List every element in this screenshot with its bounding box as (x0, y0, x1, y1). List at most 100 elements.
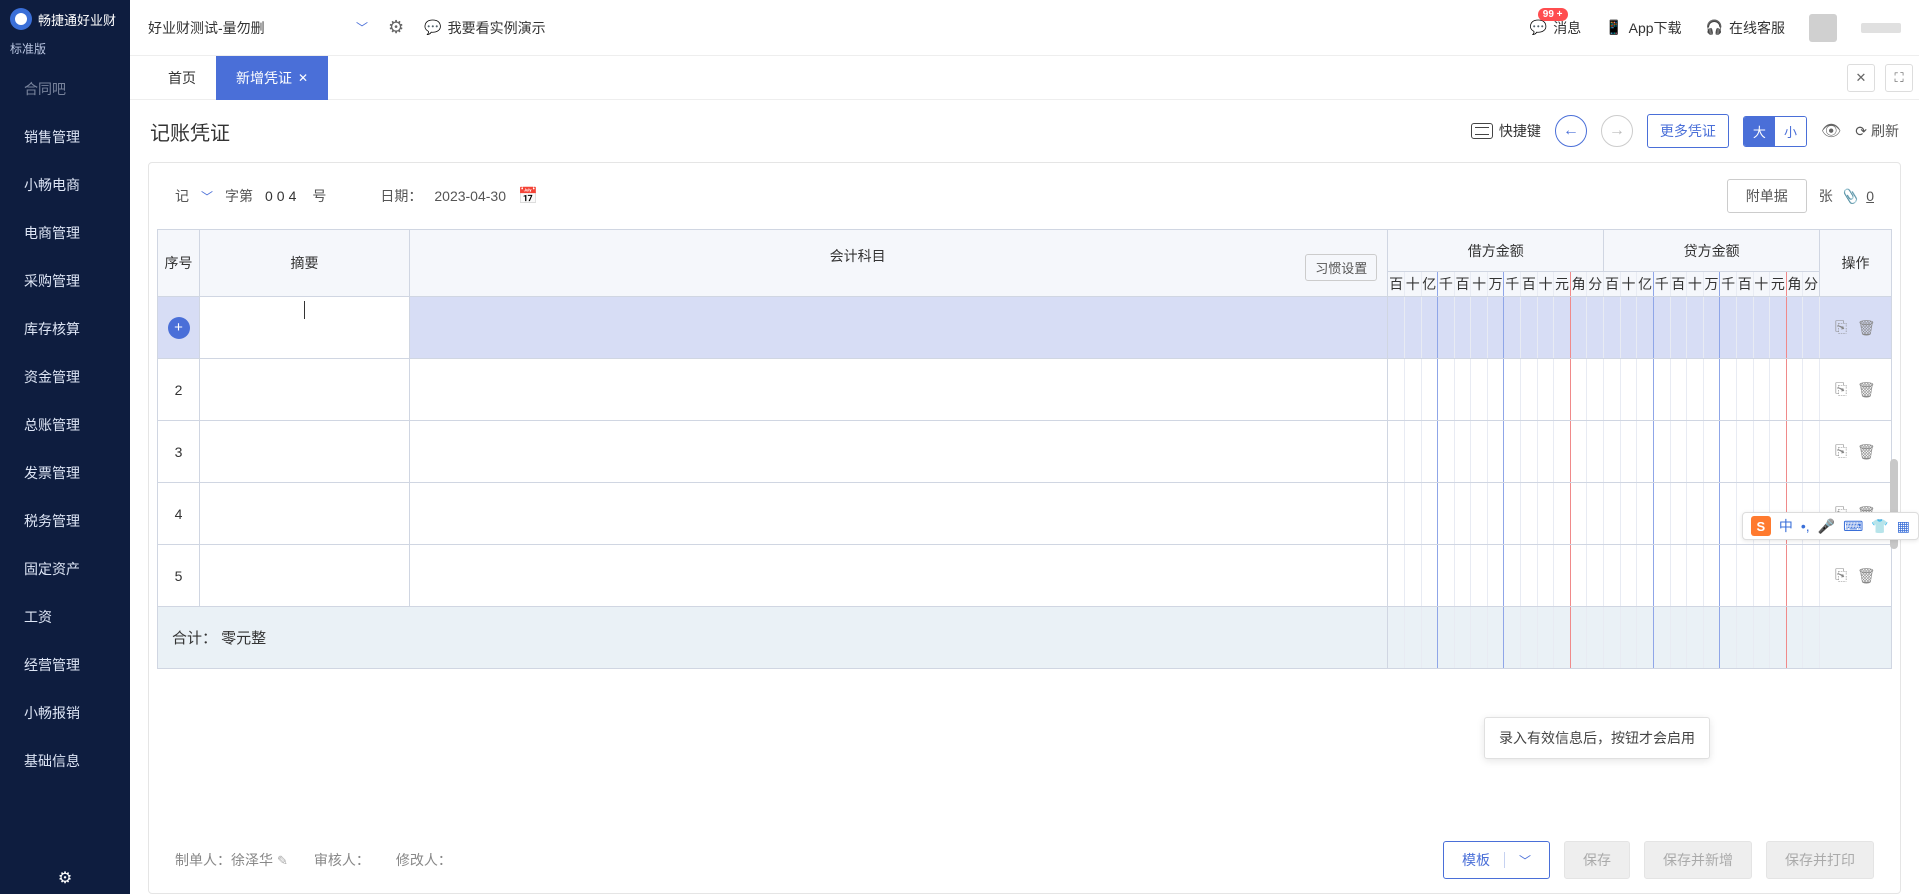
amount-digit[interactable] (1554, 607, 1571, 669)
delete-icon[interactable]: 🗑 (1857, 567, 1876, 585)
amount-digit[interactable] (1587, 359, 1604, 421)
refresh-button[interactable]: ⟳ 刷新 (1855, 121, 1899, 141)
amount-digit[interactable] (1653, 359, 1670, 421)
amount-digit[interactable] (1487, 483, 1504, 545)
amount-digit[interactable] (1720, 607, 1737, 669)
amount-digit[interactable] (1736, 297, 1753, 359)
amount-digit[interactable] (1703, 421, 1720, 483)
sidebar-item[interactable]: 经营管理 (0, 641, 130, 689)
calendar-icon[interactable]: 📅 (518, 186, 538, 206)
amount-digit[interactable] (1637, 359, 1654, 421)
service-button[interactable]: 🎧 在线客服 (1706, 18, 1785, 38)
amount-digit[interactable] (1404, 483, 1421, 545)
amount-digit[interactable] (1720, 297, 1737, 359)
amount-digit[interactable] (1604, 297, 1621, 359)
amount-digit[interactable] (1620, 297, 1637, 359)
amount-digit[interactable] (1454, 359, 1471, 421)
amount-digit[interactable] (1487, 607, 1504, 669)
amount-digit[interactable] (1438, 607, 1455, 669)
shortcut-button[interactable]: 快捷键 (1471, 121, 1541, 141)
template-button[interactable]: 模板 ﹀ (1443, 841, 1550, 879)
copy-icon[interactable]: ⎘ (1835, 443, 1847, 461)
delete-icon[interactable]: 🗑 (1857, 381, 1876, 399)
sidebar-item[interactable]: 资金管理 (0, 353, 130, 401)
amount-digit[interactable] (1803, 607, 1820, 669)
amount-digit[interactable] (1687, 483, 1704, 545)
amount-digit[interactable] (1736, 607, 1753, 669)
amount-digit[interactable] (1388, 359, 1405, 421)
settings-icon[interactable]: ⚙ (58, 868, 72, 888)
amount-digit[interactable] (1537, 483, 1554, 545)
amount-digit[interactable] (1404, 545, 1421, 607)
amount-digit[interactable] (1454, 421, 1471, 483)
habit-button[interactable]: 习惯设置 (1305, 254, 1377, 281)
amount-digit[interactable] (1471, 297, 1488, 359)
amount-digit[interactable] (1521, 483, 1538, 545)
amount-digit[interactable] (1504, 421, 1521, 483)
amount-digit[interactable] (1521, 421, 1538, 483)
amount-digit[interactable] (1786, 545, 1803, 607)
tab-new-voucher[interactable]: 新增凭证 ✕ (216, 56, 328, 100)
delete-icon[interactable]: 🗑 (1857, 319, 1876, 337)
amount-digit[interactable] (1687, 421, 1704, 483)
amount-digit[interactable] (1670, 607, 1687, 669)
amount-digit[interactable] (1421, 545, 1438, 607)
amount-digit[interactable] (1404, 359, 1421, 421)
amount-digit[interactable] (1703, 607, 1720, 669)
amount-digit[interactable] (1637, 545, 1654, 607)
amount-digit[interactable] (1637, 607, 1654, 669)
amount-digit[interactable] (1720, 421, 1737, 483)
account-input[interactable] (410, 359, 1388, 421)
summary-input[interactable] (200, 421, 410, 483)
amount-digit[interactable] (1637, 483, 1654, 545)
ime-grid-icon[interactable]: ▦ (1897, 518, 1910, 535)
amount-digit[interactable] (1521, 297, 1538, 359)
amount-digit[interactable] (1421, 297, 1438, 359)
gear-icon[interactable]: ⚙ (388, 17, 404, 38)
amount-digit[interactable] (1604, 421, 1621, 483)
amount-digit[interactable] (1521, 607, 1538, 669)
amount-digit[interactable] (1504, 545, 1521, 607)
amount-digit[interactable] (1537, 545, 1554, 607)
amount-digit[interactable] (1653, 607, 1670, 669)
ime-punct-icon[interactable]: •, (1801, 518, 1810, 534)
amount-digit[interactable] (1753, 297, 1770, 359)
amount-digit[interactable] (1438, 483, 1455, 545)
amount-digit[interactable] (1537, 607, 1554, 669)
chevron-down-icon[interactable]: ﹀ (201, 188, 213, 205)
messages-button[interactable]: 99 + 💬 消息 (1530, 18, 1581, 38)
ime-skin-icon[interactable]: 👕 (1871, 518, 1888, 535)
org-selector[interactable]: 好业财测试-量勿删 ﹀ (148, 18, 368, 38)
sidebar-item[interactable]: 库存核算 (0, 305, 130, 353)
amount-digit[interactable] (1770, 545, 1787, 607)
amount-digit[interactable] (1587, 421, 1604, 483)
amount-digit[interactable] (1620, 607, 1637, 669)
amount-digit[interactable] (1653, 297, 1670, 359)
amount-digit[interactable] (1604, 483, 1621, 545)
more-vouchers-button[interactable]: 更多凭证 (1647, 114, 1729, 148)
amount-digit[interactable] (1753, 607, 1770, 669)
sidebar-item[interactable]: 基础信息 (0, 737, 130, 785)
delete-icon[interactable]: 🗑 (1857, 443, 1876, 461)
amount-digit[interactable] (1670, 483, 1687, 545)
amount-digit[interactable] (1753, 545, 1770, 607)
amount-digit[interactable] (1487, 421, 1504, 483)
fullscreen-button[interactable]: ⛶ (1885, 64, 1913, 92)
amount-digit[interactable] (1637, 421, 1654, 483)
amount-digit[interactable] (1670, 421, 1687, 483)
ime-toolbar[interactable]: S 中 •, 🎤 ⌨ 👕 ▦ (1742, 512, 1919, 540)
amount-digit[interactable] (1687, 607, 1704, 669)
amount-digit[interactable] (1471, 359, 1488, 421)
amount-digit[interactable] (1471, 607, 1488, 669)
amount-digit[interactable] (1537, 359, 1554, 421)
amount-digit[interactable] (1487, 359, 1504, 421)
app-download-button[interactable]: 📱 App下载 (1605, 18, 1681, 38)
amount-digit[interactable] (1487, 545, 1504, 607)
amount-digit[interactable] (1421, 421, 1438, 483)
amount-digit[interactable] (1521, 359, 1538, 421)
amount-digit[interactable] (1770, 359, 1787, 421)
amount-digit[interactable] (1521, 545, 1538, 607)
amount-digit[interactable] (1554, 421, 1571, 483)
amount-digit[interactable] (1753, 359, 1770, 421)
amount-digit[interactable] (1803, 545, 1820, 607)
